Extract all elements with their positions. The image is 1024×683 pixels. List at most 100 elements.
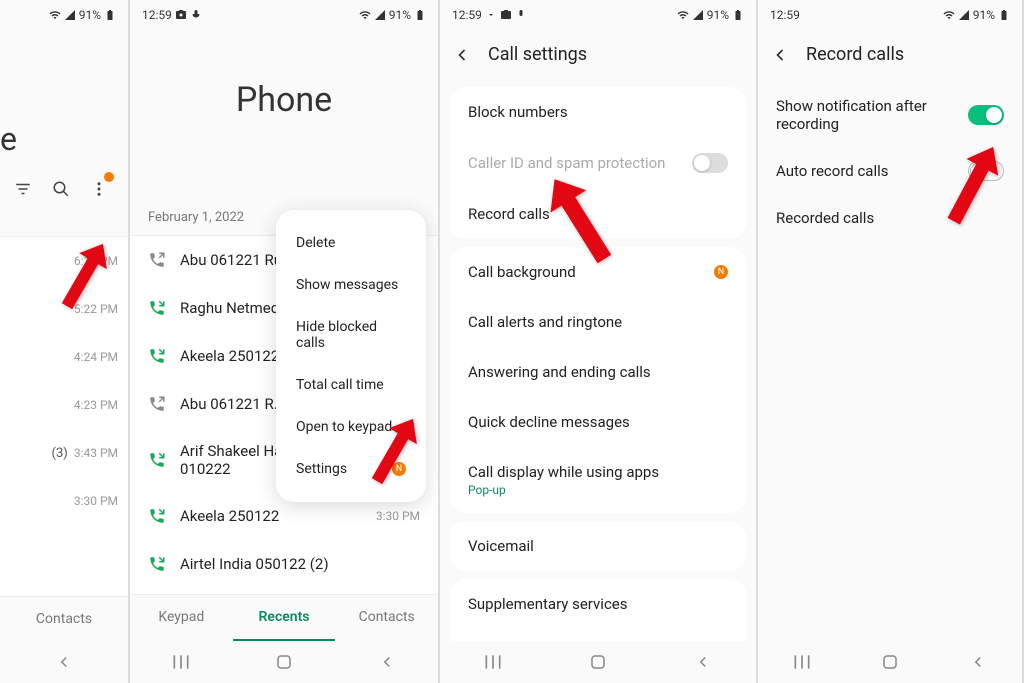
back-nav-icon[interactable]	[44, 650, 84, 674]
battery-text: 91%	[389, 8, 411, 22]
status-bar: 91%	[0, 0, 128, 30]
recents-nav-icon[interactable]	[473, 650, 513, 674]
back-icon[interactable]	[452, 45, 472, 65]
setting-call-alerts-and-ringtone[interactable]: Call alerts and ringtone	[450, 297, 746, 347]
sub-header: Record calls	[758, 30, 1022, 79]
filter-icon[interactable]	[14, 178, 32, 200]
back-nav-icon[interactable]	[367, 650, 407, 674]
setting-sub: Pop-up	[468, 483, 659, 497]
menu-item-delete[interactable]: Delete	[276, 222, 426, 264]
annotation-arrow-4	[933, 140, 1013, 234]
call-row[interactable]: Airtel India 050122 (2)	[130, 540, 438, 588]
tab-contacts[interactable]: Contacts	[335, 595, 438, 641]
android-navbar	[0, 641, 128, 683]
back-nav-icon[interactable]	[683, 650, 723, 674]
home-nav-icon[interactable]	[870, 650, 910, 674]
menu-label: Total call time	[296, 377, 384, 393]
page-title: Call settings	[488, 44, 587, 65]
tabs: Contacts	[0, 596, 128, 641]
android-navbar	[758, 641, 1022, 683]
android-navbar	[440, 641, 756, 683]
setting-label: Voicemail	[468, 537, 534, 555]
wifi-icon	[359, 9, 371, 21]
setting-label: Show notification after recording	[776, 97, 968, 133]
call-name: Akeela 250122	[180, 507, 376, 525]
signal-icon	[374, 9, 386, 21]
setting-block-numbers[interactable]: Block numbers	[450, 87, 746, 137]
status-time: 12:59	[770, 8, 800, 22]
setting-show-notification-after-recording[interactable]: Show notification after recording	[772, 83, 1008, 147]
back-icon[interactable]	[770, 45, 790, 65]
call-row[interactable]: 4:23 PM	[0, 381, 128, 429]
call-row[interactable]: 3:30 PM	[0, 477, 128, 525]
call-time: 3:30 PM	[74, 494, 118, 508]
status-time: 12:59	[142, 8, 172, 22]
call-type-icon	[148, 251, 166, 269]
call-row[interactable]: 4:24 PM	[0, 333, 128, 381]
setting-label: Answering and ending calls	[468, 363, 651, 381]
menu-label: Hide blocked calls	[296, 319, 406, 351]
battery-text: 91%	[973, 8, 995, 22]
call-name: Airtel India 050122 (2)	[180, 555, 420, 573]
call-type-icon	[148, 451, 166, 469]
setting-label: Supplementary services	[468, 595, 628, 613]
tabs: Keypad Recents Contacts	[130, 594, 438, 641]
page-title: Record calls	[806, 44, 904, 65]
tab-recents[interactable]: Recents	[233, 595, 336, 641]
settings-group: Voicemail	[450, 521, 746, 571]
recents-nav-icon[interactable]	[161, 650, 201, 674]
setting-label: Call display while using apps	[468, 463, 659, 481]
wifi-icon	[677, 9, 689, 21]
call-count: (3)	[52, 446, 68, 461]
annotation-arrow-1	[45, 235, 117, 319]
recents-nav-icon[interactable]	[782, 650, 822, 674]
settings-group: Supplementary services Other call setting…	[450, 579, 746, 641]
setting-supplementary-services[interactable]: Supplementary services	[450, 579, 746, 629]
menu-item-total-call-time[interactable]: Total call time	[276, 364, 426, 406]
setting-quick-decline-messages[interactable]: Quick decline messages	[450, 397, 746, 447]
tab-keypad[interactable]: Keypad	[130, 595, 233, 641]
setting-call-display-while-using-apps[interactable]: Call display while using apps Pop-up	[450, 447, 746, 513]
menu-label: Settings	[296, 461, 347, 477]
setting-answering-and-ending-calls[interactable]: Answering and ending calls	[450, 347, 746, 397]
menu-item-hide-blocked-calls[interactable]: Hide blocked calls	[276, 306, 426, 364]
sub-header: Call settings	[440, 30, 756, 79]
call-time: 4:24 PM	[74, 350, 118, 364]
call-time: 3:43 PM	[74, 446, 118, 460]
search-icon[interactable]	[52, 178, 70, 200]
badge-icon: N	[714, 265, 728, 279]
settings-group: Call backgroundNCall alerts and ringtone…	[450, 247, 746, 513]
more-icon[interactable]	[90, 178, 108, 200]
back-nav-icon[interactable]	[958, 650, 998, 674]
annotation-arrow-3	[535, 170, 625, 274]
signal-icon	[692, 9, 704, 21]
toggle-switch[interactable]	[968, 105, 1004, 125]
status-time: 12:59	[452, 8, 482, 22]
settings-scroll[interactable]: Block numbersCaller ID and spam protecti…	[440, 79, 756, 641]
page-title: e	[0, 70, 128, 178]
call-type-icon	[148, 395, 166, 413]
panel-2-phone-app: 12:59 91% Phone February 1, 2022 Abu 061…	[130, 0, 440, 683]
panel-3-call-settings: 12:59 91% Call settings Block numbersCal…	[440, 0, 758, 683]
call-type-icon	[148, 347, 166, 365]
panel-4-record-calls: 12:59 91% Record calls Show notification…	[758, 0, 1024, 683]
tab-contacts[interactable]: Contacts	[0, 597, 128, 641]
call-type-icon	[148, 507, 166, 525]
menu-item-show-messages[interactable]: Show messages	[276, 264, 426, 306]
call-time: 4:23 PM	[74, 398, 118, 412]
home-nav-icon[interactable]	[264, 650, 304, 674]
setting-label: Call alerts and ringtone	[468, 313, 622, 331]
call-row[interactable]: (3) 3:43 PM	[0, 429, 128, 477]
home-nav-icon[interactable]	[578, 650, 618, 674]
camera-icon	[175, 9, 187, 21]
toggle-switch[interactable]	[692, 153, 728, 173]
badge-icon	[104, 172, 114, 182]
mic-icon	[190, 9, 202, 21]
mic-icon	[515, 9, 527, 21]
setting-label: Recorded calls	[776, 209, 874, 227]
setting-label: Quick decline messages	[468, 413, 630, 431]
download-icon	[485, 9, 497, 21]
menu-label: Show messages	[296, 277, 398, 293]
setting-other-call-settings[interactable]: Other call settings	[450, 629, 746, 641]
setting-voicemail[interactable]: Voicemail	[450, 521, 746, 571]
